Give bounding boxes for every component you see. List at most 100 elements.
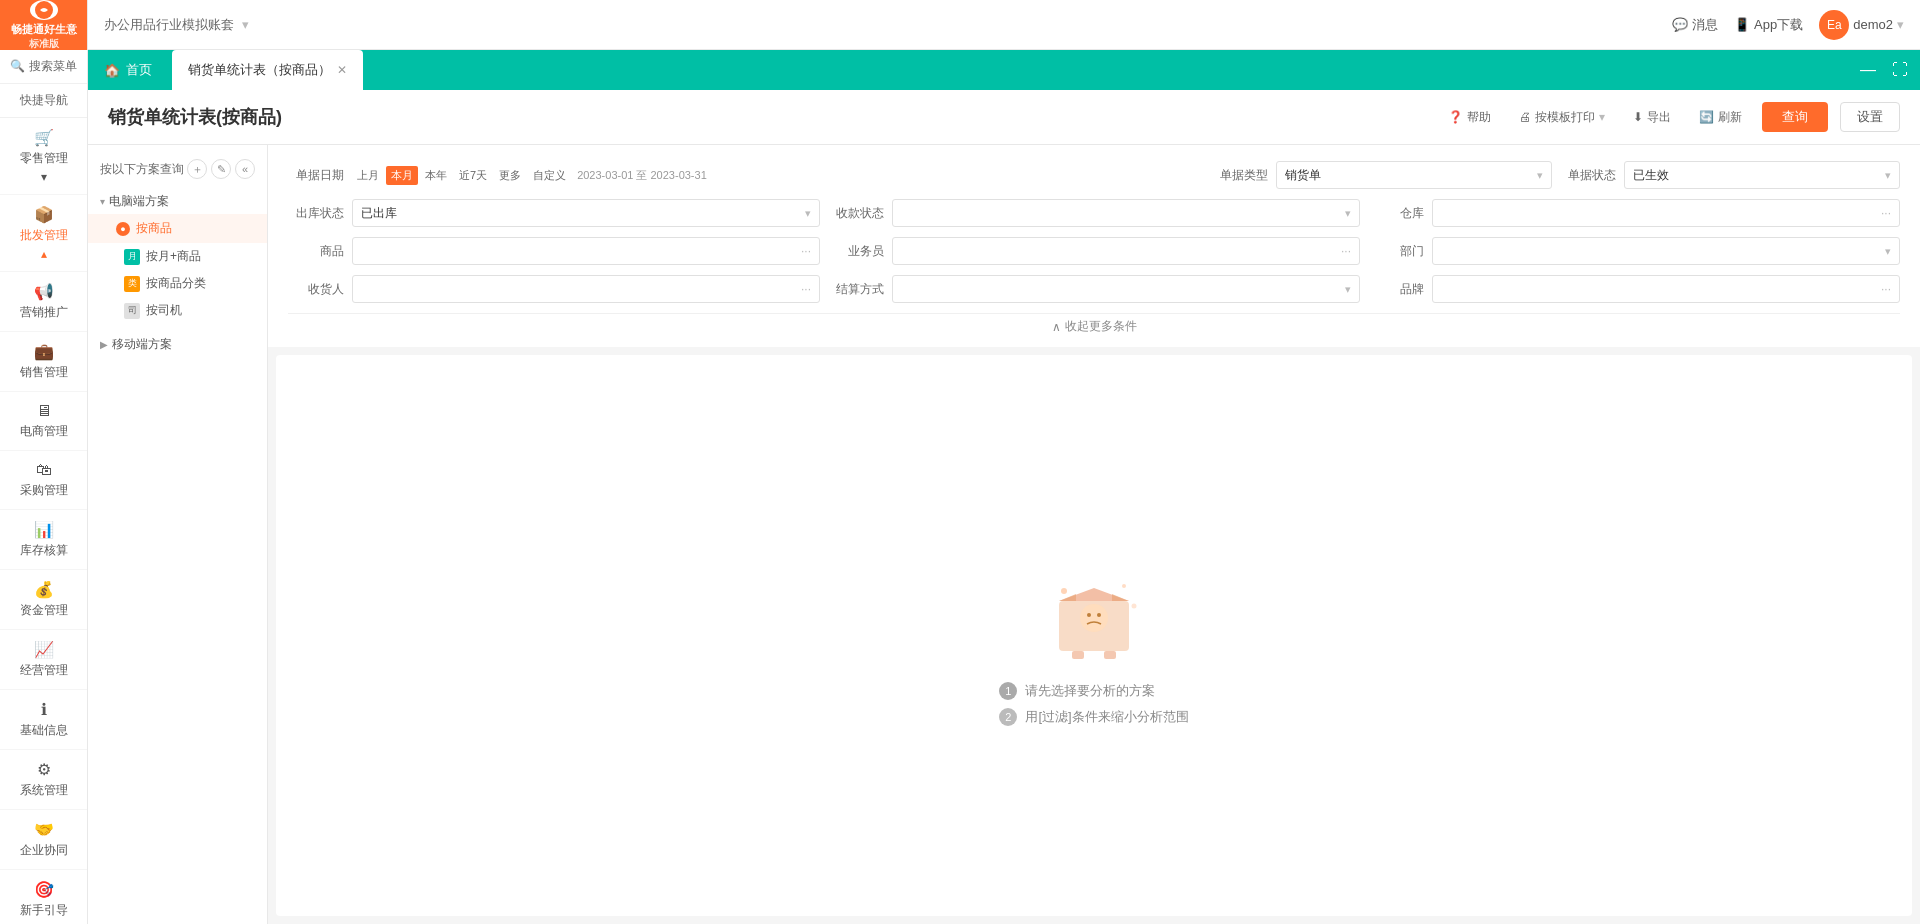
- collapse-btn[interactable]: ∧ 收起更多条件: [1052, 318, 1137, 335]
- warehouse-control[interactable]: ···: [1432, 199, 1900, 227]
- sidebar-item-label-purchase: 采购管理: [20, 482, 68, 499]
- ds-custom[interactable]: 自定义: [528, 166, 571, 185]
- filter-row-2: 出库状态 已出库 ▾ 收款状态 ▾: [288, 199, 1900, 227]
- messages-btn[interactable]: 💬 消息: [1672, 16, 1718, 34]
- ds-this-year[interactable]: 本年: [420, 166, 452, 185]
- chevron-up-icon: ▴: [41, 247, 47, 261]
- filter-field-dept: 部门 ▾: [1368, 237, 1900, 265]
- scheme-item-by-product-label: 按商品: [136, 220, 172, 237]
- tab-maximize-btn[interactable]: ⛶: [1888, 57, 1912, 83]
- user-avatar-btn[interactable]: Ea demo2 ▾: [1819, 10, 1904, 40]
- tab-bar: 🏠 首页 销货单统计表（按商品） ✕ — ⛶: [88, 50, 1920, 90]
- filter-field-doc-type: 单据类型 销货单 ▾: [1212, 161, 1552, 189]
- empty-hints: 1 请先选择要分析的方案 2 用[过滤]条件来缩小分析范围: [999, 682, 1188, 726]
- finance-icon: 💰: [34, 580, 54, 599]
- scheme-group-mobile-header[interactable]: ▶ 移动端方案: [88, 332, 267, 357]
- ds-more[interactable]: 更多: [494, 166, 526, 185]
- ds-this-month[interactable]: 本月: [386, 166, 418, 185]
- refresh-label: 刷新: [1718, 109, 1742, 126]
- scheme-item-by-month-product[interactable]: 月 按月+商品: [88, 243, 267, 270]
- sidebar-item-finance[interactable]: 💰 资金管理: [0, 570, 87, 630]
- sidebar-item-system[interactable]: ⚙ 系统管理: [0, 750, 87, 810]
- receiver-control[interactable]: ···: [352, 275, 820, 303]
- system-icon: ⚙: [37, 760, 51, 779]
- receiver-label: 收货人: [288, 281, 344, 298]
- filter-field-receiver: 收货人 ···: [288, 275, 820, 303]
- scheme-item-by-month-product-label: 按月+商品: [146, 248, 201, 265]
- brand-dots-icon[interactable]: ···: [1881, 282, 1891, 296]
- ops-icon: 📈: [34, 640, 54, 659]
- scheme-item-by-driver-label: 按司机: [146, 302, 182, 319]
- add-scheme-btn[interactable]: ＋: [187, 159, 207, 179]
- settle-control[interactable]: ▾: [892, 275, 1360, 303]
- sidebar-item-sales[interactable]: 💼 销售管理: [0, 332, 87, 392]
- export-btn[interactable]: ⬇ 导出: [1625, 105, 1679, 130]
- doc-status-chevron-icon: ▾: [1885, 169, 1891, 182]
- workspace-dropdown-icon[interactable]: ▾: [242, 17, 249, 32]
- svg-point-3: [1087, 613, 1091, 617]
- doc-type-value: 销货单: [1285, 167, 1537, 184]
- ecom-icon: 🖥: [36, 402, 52, 420]
- scheme-item-by-category[interactable]: 类 按商品分类: [88, 270, 267, 297]
- search-menu-label: 搜索菜单: [29, 59, 77, 73]
- settings-button[interactable]: 设置: [1840, 102, 1900, 132]
- help-btn[interactable]: ❓ 帮助: [1440, 105, 1499, 130]
- scheme-group-pc: ▾ 电脑端方案 ● 按商品 月 按月+商品 类 按商品分类: [88, 185, 267, 328]
- doc-type-control[interactable]: 销货单 ▾: [1276, 161, 1552, 189]
- app-download-label: App下载: [1754, 16, 1803, 34]
- edit-scheme-btn[interactable]: ✎: [211, 159, 231, 179]
- receiver-dots-icon[interactable]: ···: [801, 282, 811, 296]
- refresh-btn[interactable]: 🔄 刷新: [1691, 105, 1750, 130]
- sidebar-item-marketing[interactable]: 📢 营销推广: [0, 272, 87, 332]
- scheme-item-by-driver[interactable]: 司 按司机: [88, 297, 267, 324]
- sidebar-item-newbie[interactable]: 🎯 新手引导: [0, 870, 87, 924]
- collapse-panel-btn[interactable]: «: [235, 159, 255, 179]
- filter-section: 单据日期 上月 本月 本年 近7天 更多 自定义 20: [268, 145, 1920, 347]
- quick-nav-label: 快捷导航: [20, 93, 68, 107]
- doc-type-label: 单据类型: [1212, 167, 1268, 184]
- sidebar-item-label-ecom: 电商管理: [20, 423, 68, 440]
- sidebar-item-enterprise[interactable]: 🤝 企业协同: [0, 810, 87, 870]
- payment-status-control[interactable]: ▾: [892, 199, 1360, 227]
- filter-field-product: 商品 ···: [288, 237, 820, 265]
- tab-close-btn[interactable]: ✕: [337, 63, 347, 77]
- scheme-item-by-product[interactable]: ● 按商品: [88, 214, 267, 243]
- tab-sales-stat[interactable]: 销货单统计表（按商品） ✕: [172, 50, 363, 90]
- brand-control[interactable]: ···: [1432, 275, 1900, 303]
- salesperson-control[interactable]: ···: [892, 237, 1360, 265]
- date-shortcuts: 上月 本月 本年 近7天 更多 自定义: [352, 166, 571, 185]
- out-status-control[interactable]: 已出库 ▾: [352, 199, 820, 227]
- salesperson-dots-icon[interactable]: ···: [1341, 244, 1351, 258]
- product-dots-icon[interactable]: ···: [801, 244, 811, 258]
- app-download-btn[interactable]: 📱 App下载: [1734, 16, 1803, 34]
- sidebar-item-retail[interactable]: 🛒 零售管理 ▾: [0, 118, 87, 195]
- out-status-chevron-icon: ▾: [805, 207, 811, 220]
- ds-7days[interactable]: 近7天: [454, 166, 492, 185]
- tab-home[interactable]: 🏠 首页: [88, 50, 168, 90]
- scheme-group-pc-header[interactable]: ▾ 电脑端方案: [88, 189, 267, 214]
- doc-status-control[interactable]: 已生效 ▾: [1624, 161, 1900, 189]
- marketing-icon: 📢: [34, 282, 54, 301]
- sidebar-item-basic[interactable]: ℹ 基础信息: [0, 690, 87, 750]
- scheme-group-pc-label: 电脑端方案: [109, 193, 169, 210]
- svg-point-2: [1080, 604, 1108, 632]
- filter-panel-header: 按以下方案查询 ＋ ✎ «: [88, 153, 267, 185]
- scheme-item-by-category-label: 按商品分类: [146, 275, 206, 292]
- filter-field-out-status: 出库状态 已出库 ▾: [288, 199, 820, 227]
- warehouse-dots-icon[interactable]: ···: [1881, 206, 1891, 220]
- dept-control[interactable]: ▾: [1432, 237, 1900, 265]
- query-button[interactable]: 查询: [1762, 102, 1828, 132]
- sidebar-item-wholesale[interactable]: 📦 批发管理 ▴: [0, 195, 87, 272]
- search-menu[interactable]: 🔍 搜索菜单: [0, 50, 87, 84]
- filter-field-salesperson: 业务员 ···: [828, 237, 1360, 265]
- scheme-group-mobile: ▶ 移动端方案: [88, 328, 267, 361]
- product-control[interactable]: ···: [352, 237, 820, 265]
- tab-minimize-btn[interactable]: —: [1856, 57, 1880, 83]
- ds-last-month[interactable]: 上月: [352, 166, 384, 185]
- quick-nav[interactable]: 快捷导航: [0, 84, 87, 118]
- template-print-btn[interactable]: 🖨 按模板打印 ▾: [1511, 105, 1613, 130]
- sidebar-item-inventory[interactable]: 📊 库存核算: [0, 510, 87, 570]
- sidebar-item-ops[interactable]: 📈 经营管理: [0, 630, 87, 690]
- sidebar-item-purchase[interactable]: 🛍 采购管理: [0, 451, 87, 510]
- sidebar-item-ecom[interactable]: 🖥 电商管理: [0, 392, 87, 451]
